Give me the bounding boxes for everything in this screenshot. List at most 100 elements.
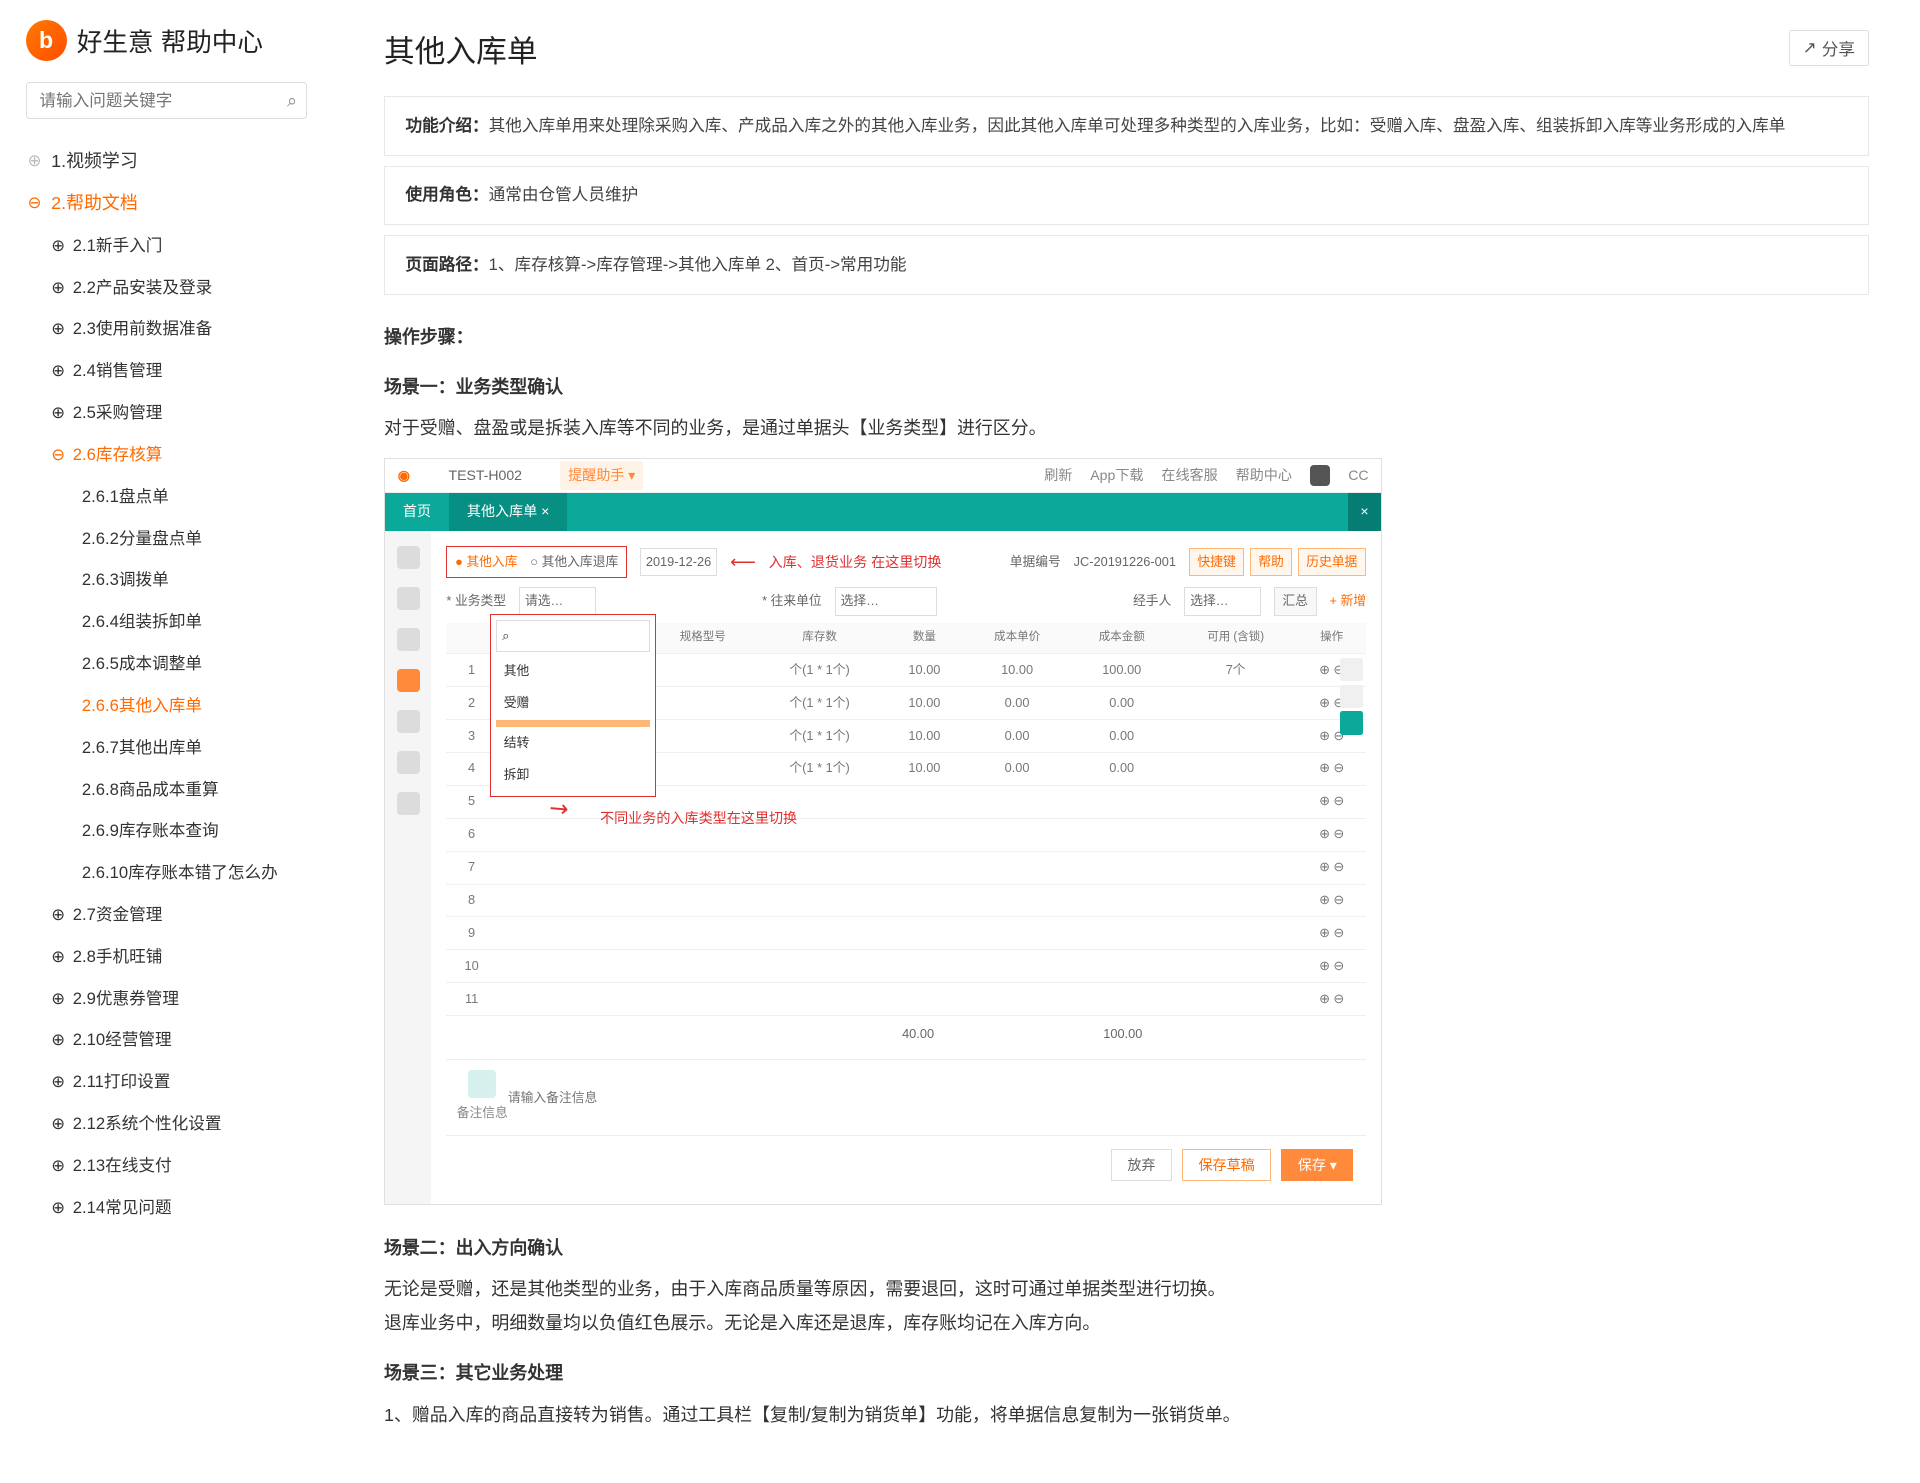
nav-label: 2.2产品安装及登录 bbox=[73, 272, 213, 304]
nav-item[interactable]: ⊕2.13在线支付 bbox=[26, 1145, 308, 1187]
path-label: 页面路径： bbox=[405, 255, 488, 274]
shot-cs: 在线客服 bbox=[1161, 462, 1217, 489]
nav-item[interactable]: 2.6.6其他入库单 bbox=[26, 685, 308, 727]
nav-label: 2.8手机旺铺 bbox=[73, 941, 163, 973]
side-icon bbox=[1340, 658, 1363, 681]
nav-item[interactable]: ⊕2.9优惠券管理 bbox=[26, 978, 308, 1020]
brand: b 好生意 帮助中心 bbox=[26, 20, 308, 61]
nav-item[interactable]: 2.6.2分量盘点单 bbox=[26, 517, 308, 559]
path-box: 页面路径：1、库存核算->库存管理->其他入库单 2、首页->常用功能 bbox=[384, 235, 1869, 294]
scenario1-title: 场景一：业务类型确认 bbox=[384, 370, 1869, 404]
nav-icon bbox=[397, 628, 420, 651]
nav-icon bbox=[397, 587, 420, 610]
nav-item[interactable]: ⊕2.8手机旺铺 bbox=[26, 936, 308, 978]
nav-icon bbox=[397, 792, 420, 815]
plus-circle-icon: ⊕ bbox=[26, 152, 44, 170]
nav-item[interactable]: 2.6.4组装拆卸单 bbox=[26, 601, 308, 643]
share-button[interactable]: ↗ 分享 bbox=[1789, 30, 1869, 66]
nav-item[interactable]: ⊖2.帮助文档 bbox=[26, 182, 308, 224]
plus-circle-icon: ⊕ bbox=[51, 1192, 65, 1224]
nav-item[interactable]: ⊕2.12系统个性化设置 bbox=[26, 1103, 308, 1145]
title-bar: 其他入库单 ↗ 分享 bbox=[384, 26, 1869, 71]
content-body: 操作步骤： 场景一：业务类型确认 对于受赠、盘盈或是拆装入库等不同的业务，是通过… bbox=[384, 320, 1869, 1431]
side-icon bbox=[1340, 685, 1363, 708]
nav-item[interactable]: ⊕2.10经营管理 bbox=[26, 1019, 308, 1061]
role-text: 通常由仓管人员维护 bbox=[489, 185, 639, 204]
nav-label: 2.6.6其他入库单 bbox=[82, 696, 202, 715]
side-icon bbox=[1340, 711, 1363, 734]
nav-icon bbox=[397, 669, 420, 692]
annotation-2: 不同业务的入库类型在这里切换 bbox=[600, 805, 797, 832]
nav-label: 2.5采购管理 bbox=[73, 397, 163, 429]
role-box: 使用角色：通常由仓管人员维护 bbox=[384, 166, 1869, 225]
biztype-label: 业务类型 bbox=[455, 593, 506, 608]
nav-item[interactable]: 2.6.9库存账本查询 bbox=[26, 810, 308, 852]
nav-item[interactable]: ⊕2.5采购管理 bbox=[26, 392, 308, 434]
plus-circle-icon: ⊕ bbox=[51, 397, 65, 429]
nav-item[interactable]: 2.6.1盘点单 bbox=[26, 476, 308, 518]
nav-item[interactable]: ⊕2.4销售管理 bbox=[26, 350, 308, 392]
nav-item[interactable]: ⊕2.7资金管理 bbox=[26, 894, 308, 936]
table-header: 库存数 bbox=[755, 623, 884, 653]
nav-label: 2.6.8商品成本重算 bbox=[82, 780, 219, 799]
brand-title: 好生意 帮助中心 bbox=[77, 22, 263, 59]
nav-item[interactable]: ⊕2.3使用前数据准备 bbox=[26, 308, 308, 350]
nav-item[interactable]: ⊕2.1新手入门 bbox=[26, 225, 308, 267]
shot-form: ● 其他入库 ○ 其他入库退库 2019-12-26 ⟵ 入库、退货业务 在这里… bbox=[431, 531, 1381, 1204]
nav-item[interactable]: 2.6.7其他出库单 bbox=[26, 727, 308, 769]
plus-circle-icon: ⊕ bbox=[51, 1024, 65, 1056]
shot-help: 帮助中心 bbox=[1236, 462, 1292, 489]
table-row: 10⊕ ⊖ bbox=[446, 950, 1366, 983]
date-field: 2019-12-26 bbox=[640, 548, 718, 577]
nav-item[interactable]: ⊕2.11打印设置 bbox=[26, 1061, 308, 1103]
shot-header-right: 刷新 App下载 在线客服 帮助中心 CC bbox=[1044, 462, 1368, 489]
search-box: ⌕ bbox=[26, 82, 308, 119]
nav-item[interactable]: ⊕1.视频学习 bbox=[26, 140, 308, 182]
brand-logo-icon: b bbox=[26, 20, 67, 61]
note-icon bbox=[468, 1070, 496, 1098]
shot-user: CC bbox=[1348, 462, 1368, 489]
shot-tabs: 首页 其他入库单 × × bbox=[385, 493, 1381, 531]
table-header: 成本单价 bbox=[965, 623, 1070, 653]
shot-account: TEST-H002 bbox=[448, 462, 522, 489]
nav-item[interactable]: 2.6.3调拨单 bbox=[26, 559, 308, 601]
dropdown-search: ⌕ bbox=[496, 620, 650, 651]
plus-circle-icon: ⊕ bbox=[51, 941, 65, 973]
type-in: 其他入库 bbox=[466, 554, 517, 569]
shortcut-btn: 快捷键 bbox=[1189, 548, 1245, 577]
table-header: 成本金额 bbox=[1069, 623, 1174, 653]
nav-item[interactable]: 2.6.5成本调整单 bbox=[26, 643, 308, 685]
search-icon[interactable]: ⌕ bbox=[287, 90, 297, 111]
plus-circle-icon: ⊖ bbox=[51, 439, 65, 471]
scenario1-body: 对于受赠、盘盈或是拆装入库等不同的业务，是通过单据头【业务类型】进行区分。 bbox=[384, 411, 1869, 445]
help-btn: 帮助 bbox=[1250, 548, 1293, 577]
nav-item[interactable]: ⊕2.2产品安装及登录 bbox=[26, 266, 308, 308]
nav-icon bbox=[397, 710, 420, 733]
search-input[interactable] bbox=[26, 82, 308, 119]
table-row: 9⊕ ⊖ bbox=[446, 917, 1366, 950]
scenario2-body2: 退库业务中，明细数量均以负值红色展示。无论是入库还是退库，库存账均记在入库方向。 bbox=[384, 1306, 1869, 1340]
nav-item[interactable]: 2.6.8商品成本重算 bbox=[26, 768, 308, 810]
arrow-icon: ⟵ bbox=[730, 545, 756, 579]
shot-app: App下载 bbox=[1090, 462, 1143, 489]
nav-label: 2.6.3调拨单 bbox=[82, 570, 169, 589]
remark-input bbox=[508, 1070, 1356, 1125]
nav-item[interactable]: ⊖2.6库存核算 bbox=[26, 434, 308, 476]
nav-item[interactable]: ⊕2.14常见问题 bbox=[26, 1187, 308, 1229]
plus-circle-icon: ⊕ bbox=[51, 899, 65, 931]
path-text: 1、库存核算->库存管理->其他入库单 2、首页->常用功能 bbox=[489, 255, 907, 274]
drop-item: 拆卸 bbox=[496, 759, 650, 791]
nav-label: 2.4销售管理 bbox=[73, 355, 163, 387]
nav-label: 2.14常见问题 bbox=[73, 1192, 172, 1224]
shot-table: ⌕ 其他 受赠 结转 拆卸 ↘ 不同业务的入库类型在这里切换 bbox=[446, 623, 1366, 1016]
nav-label: 2.12系统个性化设置 bbox=[73, 1108, 222, 1140]
plus-circle-icon: ⊕ bbox=[51, 355, 65, 387]
nav-label: 2.3使用前数据准备 bbox=[73, 313, 213, 345]
scenario3-body: 1、赠品入库的商品直接转为销售。通过工具栏【复制/复制为销货单】功能，将单据信息… bbox=[384, 1398, 1869, 1432]
plus-circle-icon: ⊕ bbox=[51, 313, 65, 345]
shot-remark: 备注信息 bbox=[446, 1059, 1366, 1135]
nav-item[interactable]: 2.6.10库存账本错了怎么办 bbox=[26, 852, 308, 894]
drop-item: 受赠 bbox=[496, 688, 650, 720]
nav-label: 2.6.10库存账本错了怎么办 bbox=[82, 863, 278, 882]
avatar-icon bbox=[1310, 465, 1330, 485]
